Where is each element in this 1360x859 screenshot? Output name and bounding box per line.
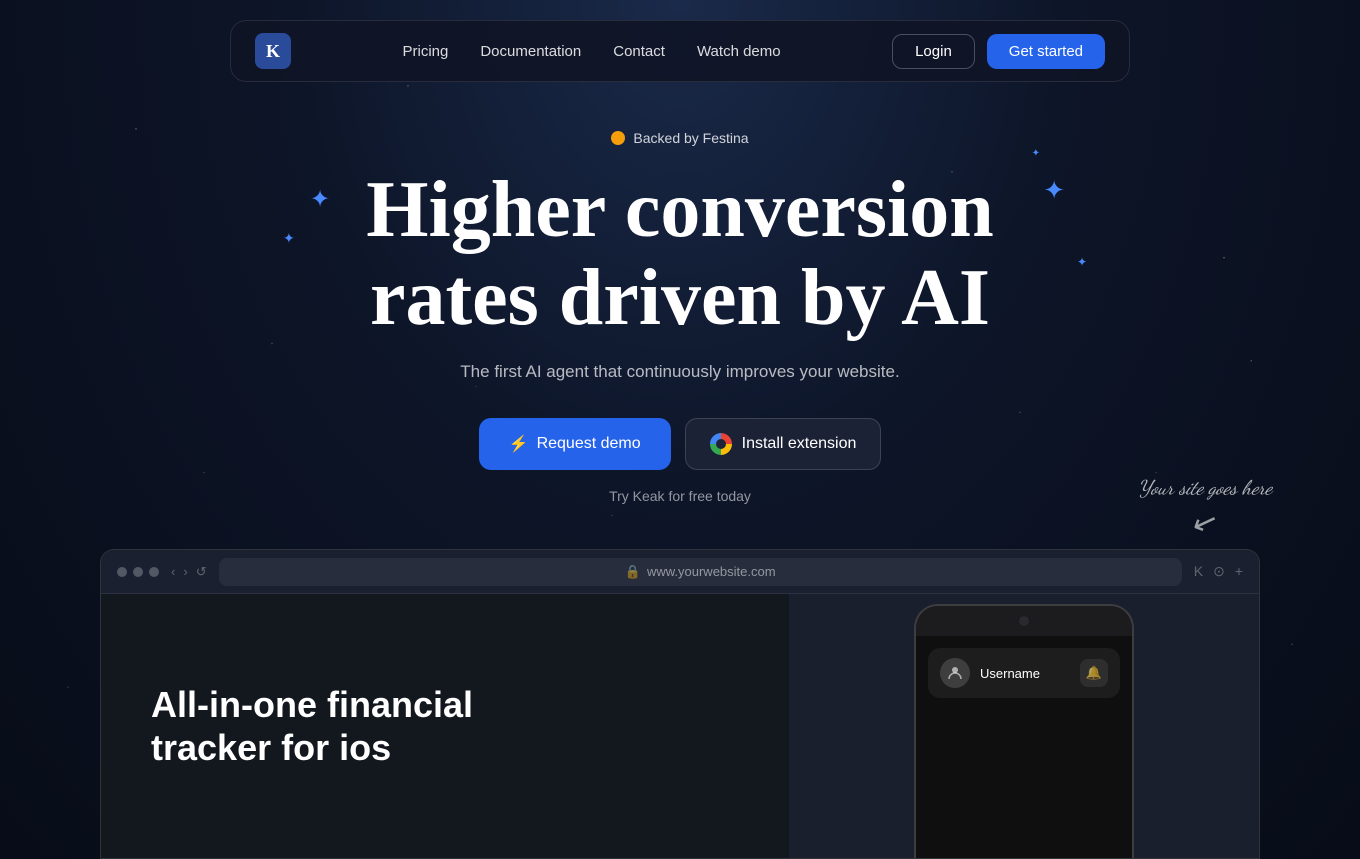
browser-traffic-lights: [117, 567, 159, 577]
browser-bar: ‹ › ↺ 🔒 www.yourwebsite.com K ⊙ +: [101, 550, 1259, 594]
nav-actions: Login Get started: [892, 34, 1105, 69]
reload-icon[interactable]: ↺: [196, 564, 207, 580]
browser-mockup: ‹ › ↺ 🔒 www.yourwebsite.com K ⊙ + All-in…: [100, 549, 1260, 859]
browser-url-bar[interactable]: 🔒 www.yourwebsite.com: [219, 558, 1182, 586]
browser-right-panel: Username 🔔: [789, 594, 1259, 858]
get-started-button[interactable]: Get started: [987, 34, 1105, 69]
nav-item-pricing[interactable]: Pricing: [402, 43, 448, 60]
traffic-light-minimize: [133, 567, 143, 577]
badge: Backed by Festina: [611, 130, 748, 146]
nav-item-watch-demo[interactable]: Watch demo: [697, 43, 781, 60]
lightning-icon: ⚡: [509, 434, 529, 454]
hero-subtitle: The first AI agent that continuously imp…: [460, 362, 899, 382]
phone-avatar: [940, 658, 970, 688]
phone-user-row: Username 🔔: [928, 648, 1120, 698]
back-icon[interactable]: ‹: [171, 564, 175, 580]
nav-links: Pricing Documentation Contact Watch demo: [402, 43, 780, 60]
install-extension-label: Install extension: [742, 435, 857, 453]
request-demo-label: Request demo: [537, 435, 641, 453]
hero-title: Higher conversion rates driven by AI: [366, 166, 993, 342]
browser-right-controls: K ⊙ +: [1194, 563, 1243, 580]
logo-letter: K: [266, 41, 280, 62]
browser-content: All-in-one financial tracker for ios: [101, 594, 1259, 858]
phone-status-bar: [916, 606, 1132, 636]
traffic-light-close: [117, 567, 127, 577]
chrome-icon: [710, 433, 732, 455]
free-trial-text: Try Keak for free today: [609, 488, 751, 504]
nav-item-contact[interactable]: Contact: [613, 43, 665, 60]
url-text: www.yourwebsite.com: [647, 564, 776, 579]
hero-section: Backed by Festina Higher conversion rate…: [0, 130, 1360, 504]
browser-site-title: All-in-one financial tracker for ios: [151, 683, 739, 769]
clock-icon: ⊙: [1213, 563, 1225, 580]
badge-dot: [611, 131, 625, 145]
navbar: K Pricing Documentation Contact Watch de…: [230, 20, 1130, 82]
site-annotation: Your site goes here ↙: [1138, 475, 1272, 540]
site-title-line2: tracker for ios: [151, 727, 391, 768]
hero-title-line2: rates driven by AI: [370, 254, 990, 342]
keak-browser-icon: K: [1194, 563, 1203, 580]
phone-mockup: Username 🔔: [914, 604, 1134, 858]
phone-content: Username 🔔: [916, 636, 1132, 858]
badge-text: Backed by Festina: [633, 130, 748, 146]
install-extension-button[interactable]: Install extension: [685, 418, 882, 470]
lock-icon: 🔒: [625, 564, 641, 580]
login-button[interactable]: Login: [892, 34, 975, 69]
browser-site-content: All-in-one financial tracker for ios: [101, 594, 789, 858]
traffic-light-maximize: [149, 567, 159, 577]
request-demo-button[interactable]: ⚡ Request demo: [479, 418, 671, 470]
site-title-line1: All-in-one financial: [151, 684, 473, 725]
nav-item-documentation[interactable]: Documentation: [480, 43, 581, 60]
logo[interactable]: K: [255, 33, 291, 69]
phone-username: Username: [980, 666, 1040, 681]
hero-buttons: ⚡ Request demo Install extension: [479, 418, 882, 470]
phone-notification-bell: 🔔: [1080, 659, 1108, 687]
add-tab-icon[interactable]: +: [1235, 563, 1243, 580]
forward-icon[interactable]: ›: [183, 564, 187, 580]
hero-title-line1: Higher conversion: [366, 166, 993, 254]
phone-camera: [1019, 616, 1029, 626]
browser-nav-controls: ‹ › ↺: [171, 564, 207, 580]
